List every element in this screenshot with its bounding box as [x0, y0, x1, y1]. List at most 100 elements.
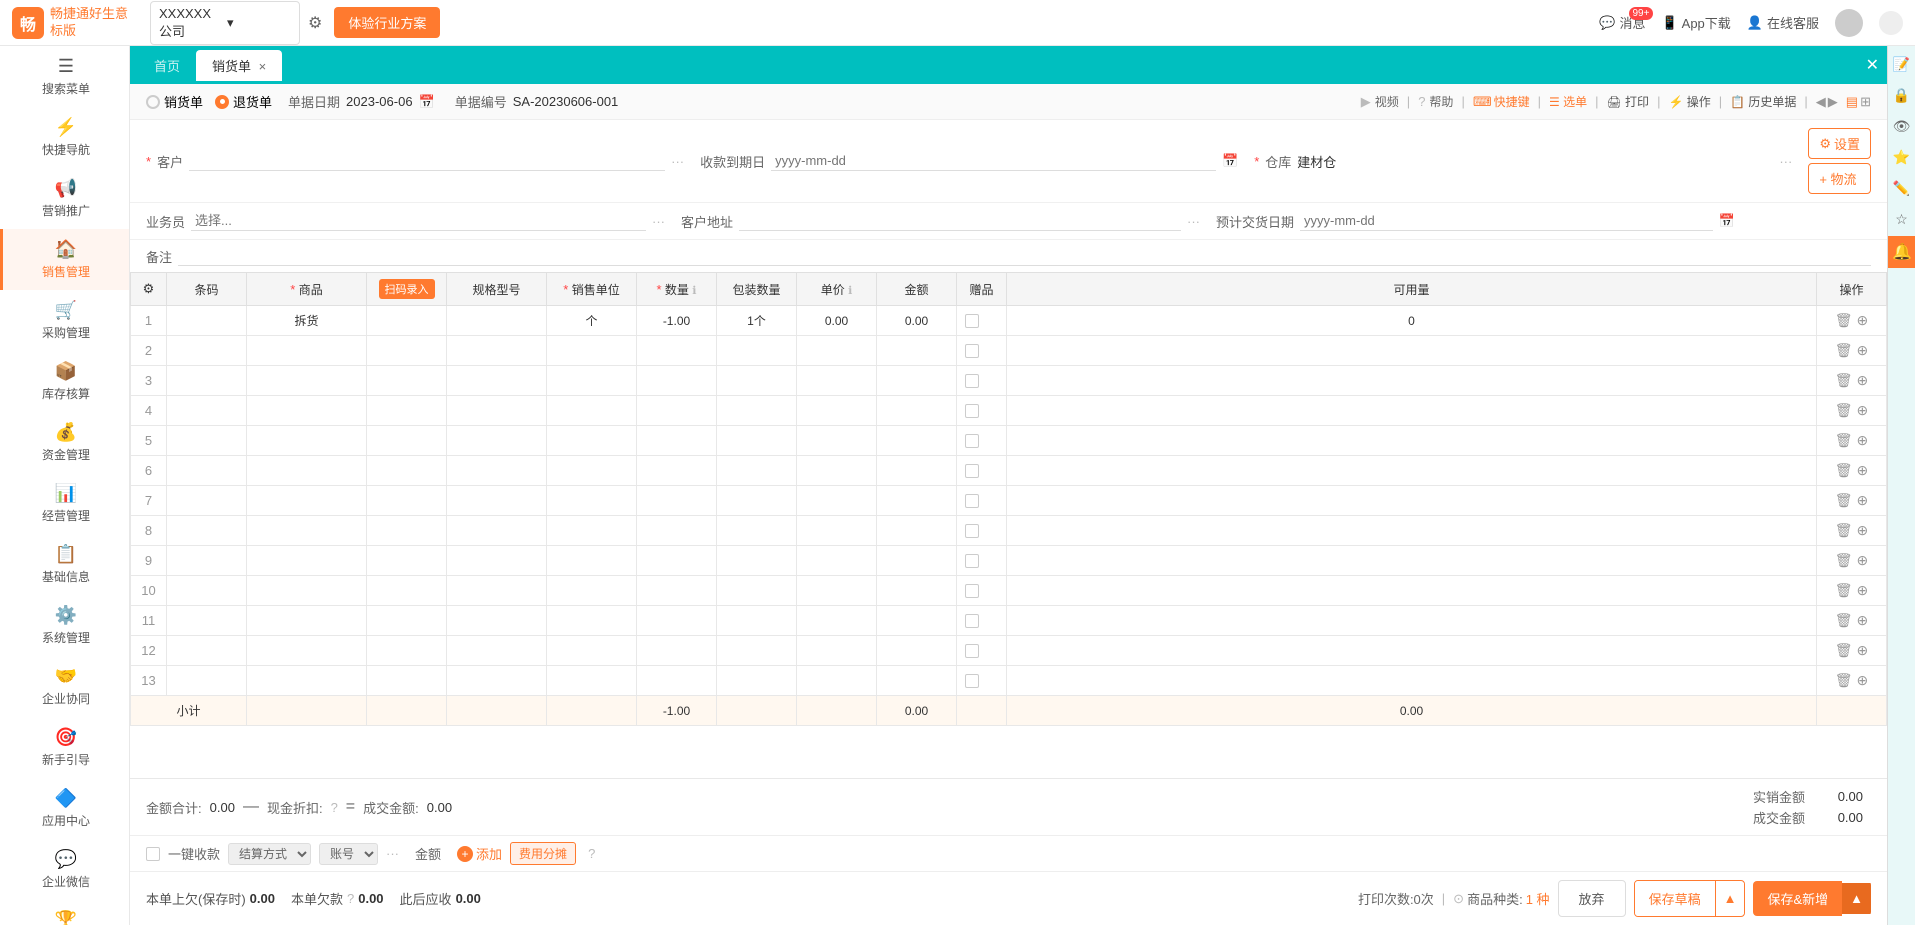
sidebar-item-vip[interactable]: 🏆 畅会员	[0, 900, 129, 925]
th-settings[interactable]: ⚙	[131, 273, 167, 306]
operation-button[interactable]: ⚡ 操作	[1668, 93, 1710, 110]
copy-icon[interactable]: ⊕	[1857, 462, 1869, 479]
cell-gift[interactable]	[957, 546, 1007, 576]
sidebar-item-guide[interactable]: 🎯 新手引导	[0, 717, 129, 778]
sidebar-item-marketing[interactable]: 📢 营销推广	[0, 168, 129, 229]
delete-icon[interactable]: 🗑	[1835, 612, 1853, 629]
cell-gift[interactable]	[957, 486, 1007, 516]
pay-dots-icon[interactable]: ···	[386, 846, 399, 861]
right-tool-4[interactable]: ⭐	[1888, 143, 1915, 172]
cell-gift[interactable]	[957, 426, 1007, 456]
cell-gift[interactable]	[957, 456, 1007, 486]
app-download-button[interactable]: 📱 App下载	[1661, 13, 1730, 32]
gift-checkbox[interactable]	[965, 644, 979, 658]
copy-icon[interactable]: ⊕	[1857, 372, 1869, 389]
arrear-help-icon[interactable]: ?	[347, 891, 354, 906]
copy-icon[interactable]: ⊕	[1857, 312, 1869, 329]
list-view-icon[interactable]: ▤	[1846, 94, 1858, 110]
delete-icon[interactable]: 🗑	[1835, 432, 1853, 449]
right-tool-2[interactable]: 🔒	[1888, 81, 1915, 110]
th-scan[interactable]: 扫码录入	[367, 273, 447, 306]
copy-icon[interactable]: ⊕	[1857, 642, 1869, 659]
delete-icon[interactable]: 🗑	[1835, 462, 1853, 479]
sidebar-item-search[interactable]: ☰ 搜索菜单	[0, 46, 129, 107]
sidebar-item-quick-nav[interactable]: ⚡ 快捷导航	[0, 107, 129, 168]
gift-checkbox[interactable]	[965, 314, 979, 328]
gift-checkbox[interactable]	[965, 494, 979, 508]
cell-gift[interactable]	[957, 606, 1007, 636]
tab-home[interactable]: 首页	[138, 50, 196, 81]
gift-checkbox[interactable]	[965, 434, 979, 448]
trial-button[interactable]: 体验行业方案	[334, 7, 440, 38]
company-selector[interactable]: XXXXXX公司 ▾	[150, 1, 300, 45]
copy-icon[interactable]: ⊕	[1857, 582, 1869, 599]
tab-sales-order[interactable]: 销货单 ×	[196, 50, 282, 81]
gift-checkbox[interactable]	[965, 524, 979, 538]
radio-return-order[interactable]: 退货单	[215, 92, 272, 111]
settings-gear-icon[interactable]: ⚙	[308, 13, 322, 33]
gift-checkbox[interactable]	[965, 614, 979, 628]
product-count-icon[interactable]: ⊙	[1453, 891, 1464, 907]
right-tool-1[interactable]: 📝	[1888, 50, 1915, 79]
user-avatar[interactable]	[1835, 9, 1863, 37]
copy-icon[interactable]: ⊕	[1857, 552, 1869, 569]
save-draft-chevron[interactable]: ▲	[1716, 883, 1745, 914]
scan-button[interactable]: 扫码录入	[379, 279, 435, 299]
warehouse-dots-icon[interactable]: ···	[1779, 154, 1792, 169]
gift-checkbox[interactable]	[965, 584, 979, 598]
right-tool-3[interactable]: 👁	[1888, 112, 1915, 141]
sidebar-item-purchase[interactable]: 🛒 采购管理	[0, 290, 129, 351]
tab-close-icon[interactable]: ×	[259, 59, 267, 74]
copy-icon[interactable]: ⊕	[1857, 612, 1869, 629]
message-button[interactable]: 💬 消息 99+	[1599, 13, 1645, 32]
copy-icon[interactable]: ⊕	[1857, 672, 1869, 689]
payment-cal-icon[interactable]: 📅	[1222, 153, 1238, 169]
tab-bar-close-icon[interactable]: ✕	[1866, 55, 1879, 75]
radio-sales-order[interactable]: 销货单	[146, 92, 203, 111]
history-order-button[interactable]: 📋 历史单据	[1730, 93, 1796, 110]
gift-checkbox[interactable]	[965, 554, 979, 568]
calendar-icon[interactable]: 📅	[419, 94, 435, 110]
expense-help-icon[interactable]: ?	[588, 846, 595, 861]
cell-gift[interactable]	[957, 576, 1007, 606]
cell-gift[interactable]	[957, 306, 1007, 336]
cell-gift[interactable]	[957, 516, 1007, 546]
delivery-cal-icon[interactable]: 📅	[1719, 213, 1735, 229]
expense-split-button[interactable]: 费用分摊	[510, 842, 576, 865]
video-icon[interactable]: ▶	[1361, 94, 1371, 110]
discard-button[interactable]: 放弃	[1558, 880, 1626, 917]
save-new-chevron[interactable]: ▲	[1842, 883, 1871, 914]
cell-gift[interactable]	[957, 336, 1007, 366]
grid-view-icon[interactable]: ⊞	[1860, 94, 1871, 110]
customer-input[interactable]	[189, 151, 665, 171]
remark-input[interactable]	[178, 246, 1871, 266]
sidebar-item-wechat[interactable]: 💬 企业微信	[0, 839, 129, 900]
prev-arrow[interactable]: ◀	[1816, 94, 1826, 110]
salesperson-dots-icon[interactable]: ···	[652, 214, 665, 229]
gift-checkbox[interactable]	[965, 344, 979, 358]
sidebar-item-operation[interactable]: 📊 经营管理	[0, 473, 129, 534]
sidebar-item-enterprise[interactable]: 🤝 企业协同	[0, 656, 129, 717]
select-order-button[interactable]: ☰ 选单	[1549, 93, 1587, 110]
delete-icon[interactable]: 🗑	[1835, 582, 1853, 599]
save-new-button[interactable]: 保存&新增	[1753, 881, 1842, 916]
delete-icon[interactable]: 🗑	[1835, 672, 1853, 689]
save-draft-button[interactable]: 保存草稿	[1635, 881, 1716, 916]
sidebar-item-capital[interactable]: 💰 资金管理	[0, 412, 129, 473]
delete-icon[interactable]: 🗑	[1835, 522, 1853, 539]
settlement-select[interactable]: 结算方式	[228, 843, 311, 865]
copy-icon[interactable]: ⊕	[1857, 342, 1869, 359]
delete-icon[interactable]: 🗑	[1835, 552, 1853, 569]
sidebar-item-system[interactable]: ⚙️ 系统管理	[0, 595, 129, 656]
gift-checkbox[interactable]	[965, 374, 979, 388]
cell-gift[interactable]	[957, 396, 1007, 426]
delete-icon[interactable]: 🗑	[1835, 492, 1853, 509]
right-tool-6[interactable]: ☆	[1888, 205, 1915, 234]
next-arrow[interactable]: ▶	[1828, 94, 1838, 110]
copy-icon[interactable]: ⊕	[1857, 432, 1869, 449]
shortcut-button[interactable]: ⌨ 快捷键	[1473, 93, 1530, 110]
delete-icon[interactable]: 🗑	[1835, 342, 1853, 359]
online-service-button[interactable]: 👤 在线客服	[1747, 13, 1819, 32]
cell-gift[interactable]	[957, 666, 1007, 696]
account-select[interactable]: 账号	[319, 843, 378, 865]
